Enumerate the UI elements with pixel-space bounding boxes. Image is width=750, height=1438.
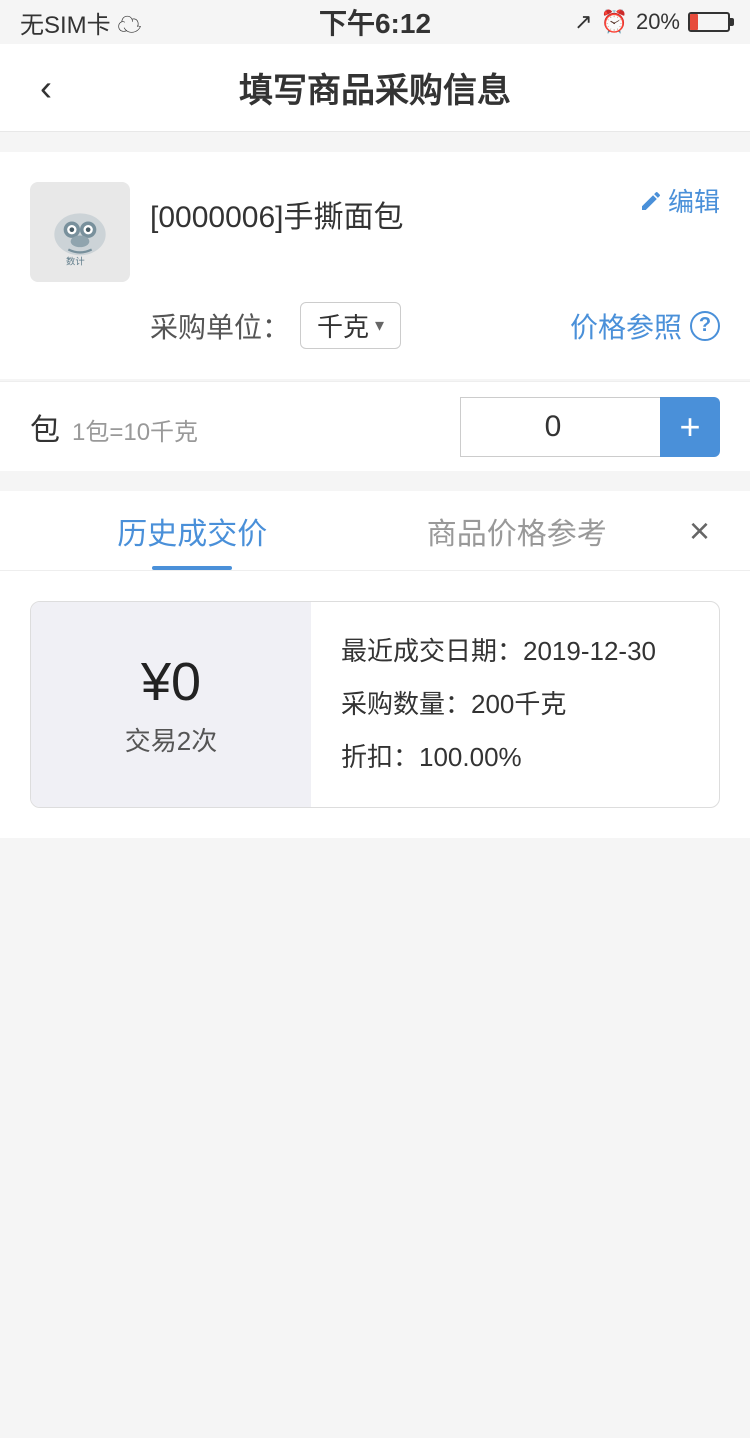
recent-date-label: 最近成交日期： bbox=[341, 636, 523, 666]
unit-dropdown-arrow: ▾ bbox=[375, 315, 384, 336]
battery-icon bbox=[688, 12, 730, 32]
price-ref-label: 价格参照 bbox=[570, 306, 682, 346]
trade-count: 交易2次 bbox=[125, 721, 217, 758]
tab-price-reference[interactable]: 商品价格参考 bbox=[354, 491, 678, 570]
price-ref-help-icon: ? bbox=[690, 311, 720, 341]
quantity-label-group: 包 1包=10千克 bbox=[30, 405, 198, 449]
purchase-qty-label: 采购数量： bbox=[341, 689, 471, 719]
nav-bar: ‹ 填写商品采购信息 bbox=[0, 44, 750, 132]
unit-value: 千克 bbox=[317, 307, 369, 344]
tabs-header: 历史成交价 商品价格参考 × bbox=[0, 491, 750, 571]
carrier-text: 无SIM卡 ☁ bbox=[20, 5, 141, 40]
discount-label: 折扣： bbox=[341, 742, 419, 772]
edit-label: 编辑 bbox=[668, 182, 720, 219]
product-image: 数计 bbox=[30, 182, 130, 282]
recent-date-value: 2019-12-30 bbox=[523, 636, 656, 666]
tab-price-reference-label: 商品价格参考 bbox=[427, 509, 607, 553]
purchase-qty-value: 200千克 bbox=[471, 689, 566, 719]
history-price-value: ¥0 bbox=[141, 651, 201, 713]
unit-label: 采购单位： bbox=[150, 306, 290, 346]
product-card: 数计 [0000006]手撕面包 编辑 采购单位： 千克 ▾ 价格参照 ? bbox=[0, 152, 750, 379]
alarm-icon: ⏰ bbox=[601, 9, 628, 35]
product-name: [0000006]手撕面包 bbox=[150, 192, 403, 236]
status-right: ↗ ⏰ 20% bbox=[574, 9, 730, 35]
product-info: 数计 [0000006]手撕面包 bbox=[30, 182, 403, 282]
price-amount: 0 bbox=[171, 652, 201, 712]
quantity-input[interactable] bbox=[460, 397, 660, 457]
product-logo-svg: 数计 bbox=[45, 197, 115, 267]
discount-value: 100.00% bbox=[419, 742, 522, 772]
edit-icon bbox=[639, 189, 663, 213]
tab-history-price[interactable]: 历史成交价 bbox=[30, 491, 354, 570]
bottom-space bbox=[0, 838, 750, 1438]
product-header: 数计 [0000006]手撕面包 编辑 bbox=[30, 182, 720, 282]
edit-button[interactable]: 编辑 bbox=[639, 182, 720, 219]
quantity-unit-char: 包 bbox=[30, 405, 60, 449]
status-left: 无SIM卡 ☁ bbox=[20, 5, 141, 40]
history-price-panel: ¥0 交易2次 bbox=[31, 602, 311, 807]
history-content: ¥0 交易2次 最近成交日期：2019-12-30 采购数量：200千克 折扣：… bbox=[0, 571, 750, 838]
quantity-section: 包 1包=10千克 + bbox=[0, 381, 750, 471]
currency-symbol: ¥ bbox=[141, 652, 171, 712]
svg-text:数计: 数计 bbox=[66, 256, 85, 267]
purchase-qty-row: 采购数量：200千克 bbox=[341, 685, 689, 724]
price-reference-button[interactable]: 价格参照 ? bbox=[570, 306, 720, 346]
status-bar: 无SIM卡 ☁ 下午6:12 ↗ ⏰ 20% bbox=[0, 0, 750, 44]
back-button[interactable]: ‹ bbox=[30, 57, 62, 119]
recent-date-row: 最近成交日期：2019-12-30 bbox=[341, 632, 689, 671]
page-title: 填写商品采购信息 bbox=[239, 63, 511, 112]
quantity-input-group: + bbox=[460, 397, 720, 457]
tabs-close-button[interactable]: × bbox=[679, 510, 720, 552]
quantity-conversion-label: 1包=10千克 bbox=[72, 412, 198, 447]
discount-row: 折扣：100.00% bbox=[341, 738, 689, 777]
tabs-section: 历史成交价 商品价格参考 × ¥0 交易2次 最近成交日期：2019-12-30… bbox=[0, 491, 750, 838]
purchase-unit-row: 采购单位： 千克 ▾ 价格参照 ? bbox=[30, 302, 720, 349]
history-details-panel: 最近成交日期：2019-12-30 采购数量：200千克 折扣：100.00% bbox=[311, 602, 719, 807]
battery-fill bbox=[690, 14, 698, 30]
unit-select[interactable]: 千克 ▾ bbox=[300, 302, 401, 349]
history-price-card: ¥0 交易2次 最近成交日期：2019-12-30 采购数量：200千克 折扣：… bbox=[30, 601, 720, 808]
quantity-add-button[interactable]: + bbox=[660, 397, 720, 457]
status-time: 下午6:12 bbox=[319, 2, 431, 42]
location-icon: ↗ bbox=[574, 9, 592, 35]
tab-history-price-label: 历史成交价 bbox=[117, 509, 267, 553]
battery-text: 20% bbox=[636, 9, 680, 35]
